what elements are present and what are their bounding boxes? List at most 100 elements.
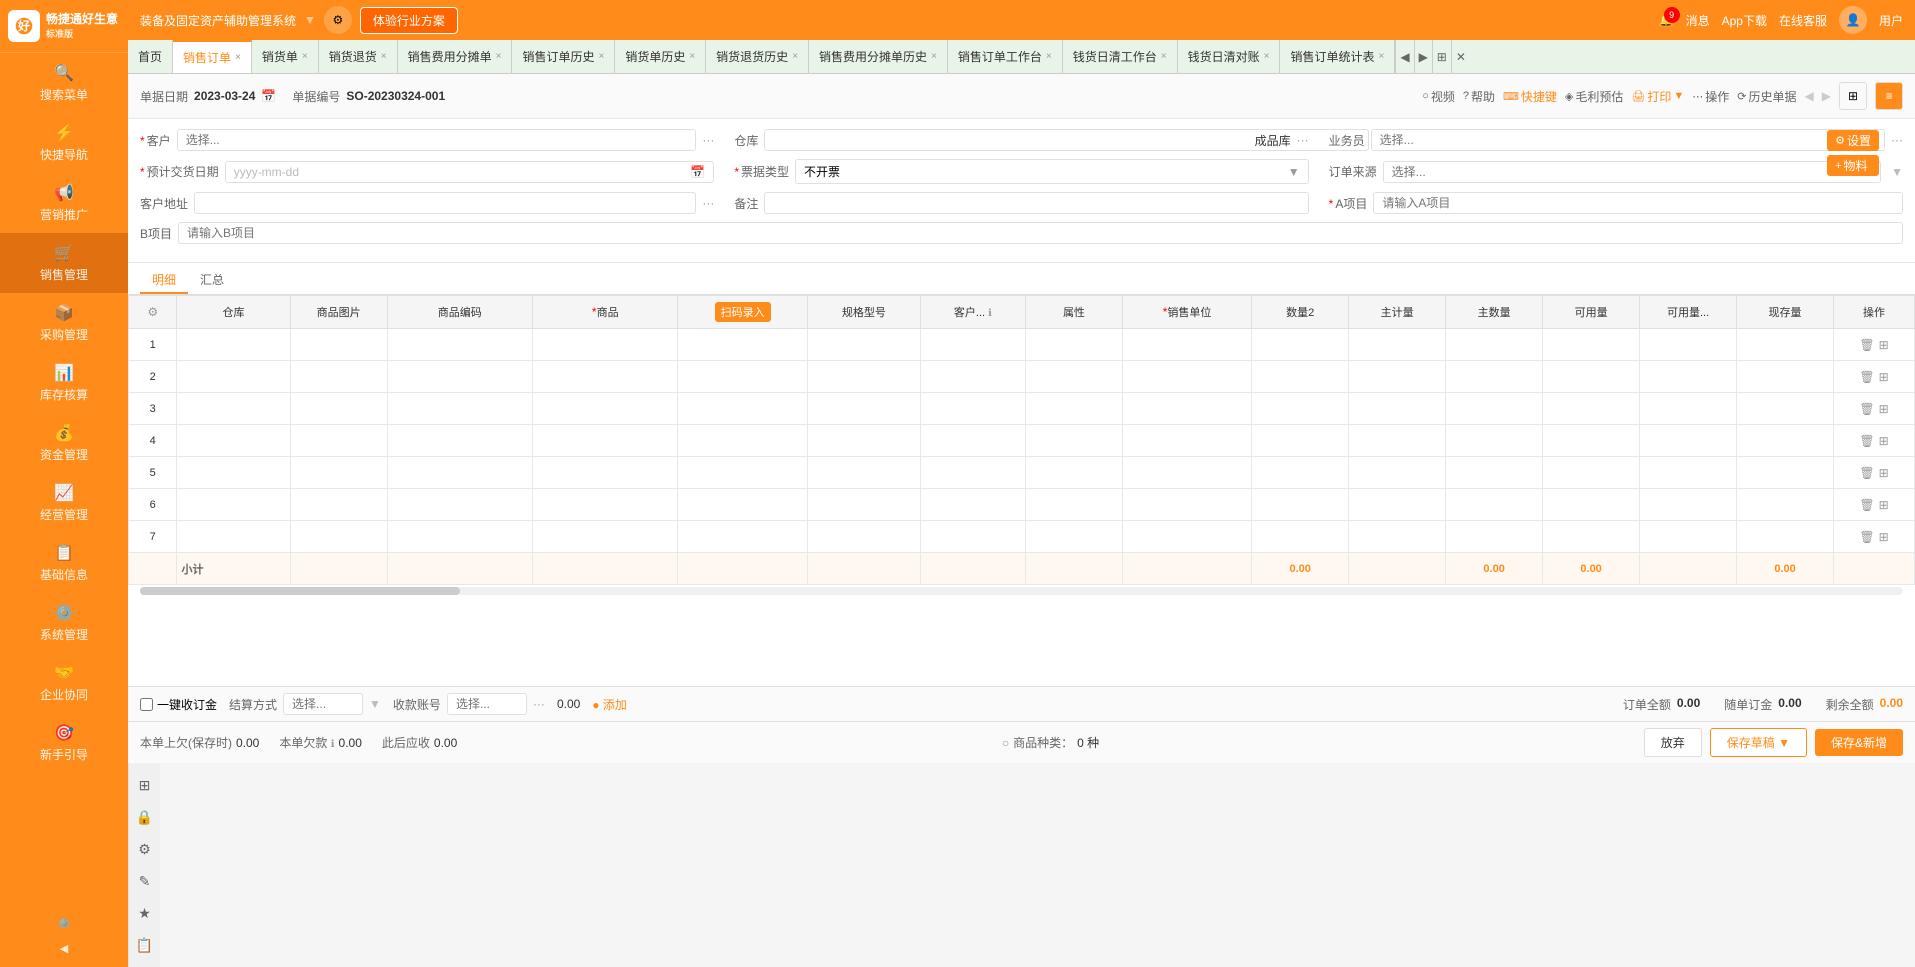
tab-fee-history[interactable]: 销售费用分摊单历史 × [809, 40, 948, 74]
scroll-thumb[interactable] [140, 587, 460, 595]
horizontal-scrollbar[interactable] [140, 587, 1903, 595]
help-link[interactable]: ? 帮助 [1463, 88, 1495, 105]
copy-icon-2[interactable]: ⊞ [1879, 370, 1889, 384]
industry-btn[interactable]: 体验行业方案 [360, 7, 458, 34]
tab-daily-workbench[interactable]: 钱货日清工作台 × [1063, 40, 1178, 74]
delete-icon-4[interactable]: 🗑 [1859, 434, 1874, 448]
copy-icon-3[interactable]: ⊞ [1879, 402, 1889, 416]
rs-icon-1[interactable]: ⊞ [131, 771, 159, 799]
print-link[interactable]: 🖨 打印 ▼ [1631, 88, 1684, 105]
tab-close-sales-order[interactable]: × [235, 52, 241, 63]
copy-icon-6[interactable]: ⊞ [1879, 498, 1889, 512]
receipt-input[interactable] [447, 693, 527, 715]
row-qty2-2[interactable] [1252, 361, 1349, 393]
tab-detail[interactable]: 明细 [140, 267, 188, 294]
sidebar-item-operation[interactable]: 📈 经营管理 [0, 473, 128, 533]
b-project-input[interactable] [178, 222, 1903, 244]
list-view-icon[interactable]: ≡ [1875, 82, 1903, 110]
row-product-2[interactable] [533, 361, 678, 393]
a-project-input[interactable] [1373, 192, 1903, 214]
tab-close-gh[interactable]: × [689, 51, 695, 62]
tab-close-goods[interactable]: × [302, 51, 308, 62]
delete-icon-1[interactable]: 🗑 [1859, 338, 1874, 352]
tab-goods[interactable]: 销货单 × [252, 40, 319, 74]
row-code-2[interactable] [387, 361, 532, 393]
staff-expand[interactable]: ··· [1891, 133, 1903, 147]
order-source-input[interactable] [1383, 161, 1881, 183]
user-avatar[interactable]: 👤 [1839, 6, 1867, 34]
rs-icon-4[interactable]: ✎ [131, 867, 159, 895]
tab-return-history[interactable]: 销货退货历史 × [706, 40, 809, 74]
tab-close-ow[interactable]: × [1046, 51, 1052, 62]
history-link[interactable]: ⟳ 历史单据 [1737, 88, 1796, 105]
sidebar-item-purchase[interactable]: 📦 采购管理 [0, 293, 128, 353]
tab-sales-order[interactable]: 销售订单 × [173, 40, 252, 74]
rs-icon-5[interactable]: ★ [131, 899, 159, 927]
row-unit-1[interactable] [1122, 329, 1251, 361]
topbar-settings-icon[interactable]: ⚙ [324, 6, 352, 34]
delete-icon-3[interactable]: 🗑 [1859, 402, 1874, 416]
invoice-dropdown-icon[interactable]: ▼ [1288, 165, 1300, 179]
scan-btn[interactable]: 扫码录入 [715, 302, 771, 322]
tab-close-oh[interactable]: × [598, 51, 604, 62]
row-code-1[interactable] [387, 329, 532, 361]
row-attr-2[interactable] [1025, 361, 1122, 393]
address-input[interactable] [194, 192, 696, 214]
tab-nav-prev[interactable]: ◀ [1395, 40, 1413, 74]
copy-icon-1[interactable]: ⊞ [1879, 338, 1889, 352]
delete-icon-7[interactable]: 🗑 [1859, 530, 1874, 544]
grid-view-icon[interactable]: ⊞ [1839, 82, 1867, 110]
sidebar-item-inventory[interactable]: 📊 库存核算 [0, 353, 128, 413]
delete-icon-5[interactable]: 🗑 [1859, 466, 1874, 480]
online-support-link[interactable]: 在线客服 [1779, 12, 1827, 29]
one-click-checkbox[interactable] [140, 698, 153, 711]
tab-summary[interactable]: 汇总 [188, 267, 236, 294]
row-main-qty-2[interactable] [1446, 361, 1543, 393]
row-main-qty-1[interactable] [1446, 329, 1543, 361]
sidebar-item-finance[interactable]: 💰 资金管理 [0, 413, 128, 473]
tab-goods-history[interactable]: 销货单历史 × [615, 40, 706, 74]
add-receipt-btn[interactable]: ● 添加 [592, 696, 627, 713]
row-spec-1[interactable] [807, 329, 920, 361]
staff-input[interactable] [1371, 129, 1885, 151]
customer-input[interactable] [177, 129, 697, 151]
row-warehouse-2[interactable] [177, 361, 290, 393]
sidebar-item-basic[interactable]: 📋 基础信息 [0, 533, 128, 593]
row-attr-1[interactable] [1025, 329, 1122, 361]
sidebar-item-guide[interactable]: 🎯 新手引导 [0, 713, 128, 773]
tab-stats[interactable]: 销售订单统计表 × [1280, 40, 1395, 74]
tab-home[interactable]: 首页 [128, 40, 173, 74]
settlement-input[interactable] [283, 693, 363, 715]
row-qty2-1[interactable] [1252, 329, 1349, 361]
tab-goods-return[interactable]: 销货退货 × [319, 40, 398, 74]
settlement-dropdown[interactable]: ▼ [369, 697, 381, 711]
sidebar-item-system[interactable]: ⚙️ 系统管理 [0, 593, 128, 653]
remark-input[interactable] [764, 192, 1308, 214]
sidebar-item-marketing[interactable]: 📢 营销推广 [0, 173, 128, 233]
rs-icon-3[interactable]: ⚙ [131, 835, 159, 863]
operation-link[interactable]: ⋯ 操作 [1692, 88, 1729, 105]
tab-close-all[interactable]: ✕ [1451, 40, 1470, 74]
rs-icon-6[interactable]: 📋 [131, 931, 159, 959]
tab-close-fh[interactable]: × [931, 51, 937, 62]
notification-icon[interactable]: 🔔 9 [1659, 13, 1674, 27]
calendar-icon[interactable]: 📅 [261, 89, 276, 103]
sidebar-item-search[interactable]: 🔍 搜索菜单 [0, 53, 128, 113]
copy-icon-7[interactable]: ⊞ [1879, 530, 1889, 544]
sidebar-item-quick[interactable]: ⚡ 快捷导航 [0, 113, 128, 173]
row-customer-1[interactable] [920, 329, 1025, 361]
expected-date-input[interactable]: yyyy-mm-dd 📅 [225, 161, 715, 183]
copy-icon-5[interactable]: ⊞ [1879, 466, 1889, 480]
tab-close-stats[interactable]: × [1378, 51, 1384, 62]
delete-icon-6[interactable]: 🗑 [1859, 498, 1874, 512]
sidebar-item-sales[interactable]: 🛒 销售管理 [0, 233, 128, 293]
order-source-dropdown[interactable]: ▼ [1891, 165, 1903, 179]
tab-close-dr[interactable]: × [1264, 51, 1270, 62]
tab-order-history[interactable]: 销售订单历史 × [512, 40, 615, 74]
add-material-btn[interactable]: + 物料 [1827, 155, 1879, 176]
tab-fee-split[interactable]: 销售费用分摊单 × [398, 40, 513, 74]
tab-daily-reconcile[interactable]: 钱货日清对账 × [1178, 40, 1281, 74]
copy-icon-4[interactable]: ⊞ [1879, 434, 1889, 448]
view-link[interactable]: ○ 视频 [1422, 88, 1455, 105]
row-warehouse-1[interactable] [177, 329, 290, 361]
